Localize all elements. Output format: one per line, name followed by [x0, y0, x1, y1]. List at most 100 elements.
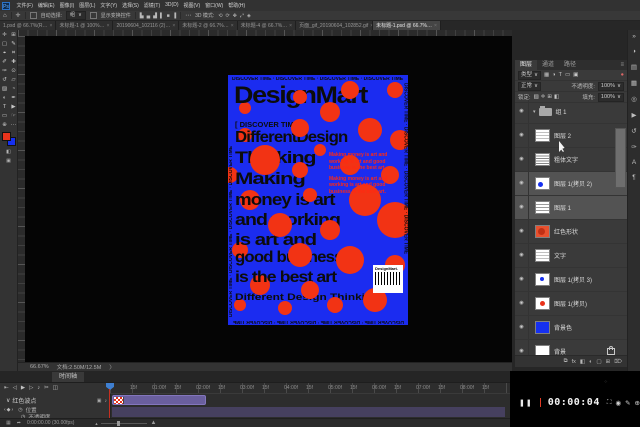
layers-panel-tab-2[interactable]: 通道 [537, 60, 559, 70]
pause-button[interactable]: ❚❚ [519, 399, 533, 407]
filter-toggle-icon[interactable]: ● [621, 72, 624, 78]
timeline-track-label-row[interactable]: ∨ 红色波点 ▣ ♪ [6, 396, 107, 406]
character-panel-icon[interactable]: A [632, 159, 636, 166]
filter-icon-4[interactable]: ▭ [565, 72, 570, 78]
mode-icon-4[interactable]: ⤢ [240, 13, 244, 19]
layer-row-3[interactable]: ◉ 粗体文字 [515, 148, 627, 172]
layers-panel-tab-3[interactable]: 路径 [559, 60, 581, 70]
eraser-tool-icon[interactable]: ▱ [9, 77, 18, 84]
visibility-eye-icon[interactable]: ◉ [515, 124, 529, 147]
crop-tool-icon[interactable]: ⌗ [9, 50, 18, 57]
layer-style-icon[interactable]: fx [572, 359, 576, 365]
dodge-tool-icon[interactable]: ◐ [0, 95, 9, 102]
menu-item-1[interactable]: 文件(F) [14, 2, 35, 9]
play-button[interactable]: ▶ [21, 385, 25, 391]
screen-mode-icon[interactable]: ▣ [0, 158, 17, 164]
visibility-eye-icon[interactable]: ◉ [515, 340, 529, 355]
blur-tool-icon[interactable]: ◔ [9, 86, 18, 93]
menu-item-5[interactable]: 文字(Y) [98, 2, 120, 9]
track-icon-1[interactable]: ▣ [97, 398, 102, 404]
doc-tab-2[interactable]: 未标题-1 @ 100%… × [56, 21, 114, 30]
tab-close-icon[interactable]: × [172, 23, 175, 29]
next-frame-button[interactable]: ▷ [29, 385, 33, 391]
zoom-slider-track[interactable] [101, 420, 148, 426]
filter-icon-3[interactable]: T [559, 72, 562, 78]
brush-settings-panel-icon[interactable]: ✑ [631, 143, 636, 151]
healing-brush-tool-icon[interactable]: ✚ [9, 59, 18, 66]
layers-scrollbar-thumb[interactable] [615, 128, 626, 188]
layer-row-10[interactable]: ◉ 背景色 [515, 316, 627, 340]
tab-close-icon[interactable]: × [107, 23, 110, 29]
align-icon-2[interactable]: ▄ [147, 13, 151, 19]
align-icon-5[interactable]: ■ [167, 13, 170, 19]
recorder-edit-icon[interactable]: ✎ [625, 399, 630, 407]
show-transform-checkbox[interactable] [89, 12, 97, 19]
tab-close-icon[interactable]: × [231, 23, 234, 29]
blend-mode-dropdown[interactable]: 正常 ∨ [518, 81, 542, 91]
auto-select-checkbox[interactable] [29, 12, 37, 19]
layer-row-7[interactable]: ◉ 文字 [515, 244, 627, 268]
history-panel-icon[interactable]: ↺ [631, 127, 636, 135]
transition-button[interactable]: ◫ [53, 385, 58, 391]
mode-icon-5[interactable]: ◈ [247, 13, 251, 19]
zoom-level[interactable]: 66.67% [30, 364, 49, 370]
zoom-in-mountain-icon[interactable]: ▲ [150, 420, 156, 426]
align-icon-6[interactable]: ▐ [173, 13, 177, 19]
more-options-icon[interactable]: ⋯ [185, 13, 191, 19]
layer-row-2[interactable]: ◉ 图层 2 [515, 124, 627, 148]
timeline-ruler[interactable]: 15f 01:00f 15f 02:00f 15f 03:00f 15f 04:00f 15f 0… [110, 383, 510, 394]
type-tool-icon[interactable]: T [0, 104, 9, 111]
track-disclosure-icon[interactable]: ∨ [6, 397, 10, 404]
filter-kind-dropdown[interactable]: 类型 ∨ [518, 70, 542, 80]
move-tool-icon[interactable]: ✛ [0, 32, 9, 39]
gradient-tool-icon[interactable]: ▨ [0, 86, 9, 93]
shape-tool-icon[interactable]: ▭ [0, 113, 9, 120]
quick-select-tool-icon[interactable]: ⌖ [0, 50, 9, 57]
visibility-eye-icon[interactable]: ◉ [515, 148, 529, 171]
layers-panel-tab-1[interactable]: 图层 [515, 60, 538, 70]
tab-close-icon[interactable]: × [434, 23, 437, 29]
menu-item-4[interactable]: 图层(L) [77, 2, 98, 9]
menu-item-7[interactable]: 滤镜(T) [141, 2, 162, 9]
path-select-tool-icon[interactable]: ▶ [9, 104, 18, 111]
render-video-icon[interactable]: ➦ [17, 420, 21, 426]
align-icon-4[interactable]: ▌ [160, 13, 164, 19]
prev-frame-button[interactable]: ◁ [13, 385, 17, 391]
menu-item-8[interactable]: 3D(D) [163, 2, 181, 9]
recorder-zoom-icon[interactable]: ⊕ [635, 399, 640, 407]
recorder-fullscreen-icon[interactable]: ⛶ [607, 399, 612, 407]
layer-mask-icon[interactable]: ◧ [580, 359, 585, 365]
marquee-tool-icon[interactable]: ▢ [0, 41, 9, 48]
edit-toolbar-icon[interactable]: ⋯ [9, 122, 18, 129]
tab-close-icon[interactable]: × [50, 23, 53, 29]
keyframe-nav-icons[interactable]: ‹◆› [4, 407, 14, 413]
collapse-panels-icon[interactable]: » [632, 33, 636, 40]
layer-row-9[interactable]: ◉ 图层 1(拷贝) [515, 292, 627, 316]
recorder-camera-icon[interactable]: ◉ [615, 399, 621, 407]
align-icon-3[interactable]: ▟ [153, 13, 157, 19]
visibility-eye-icon[interactable]: ◉ [515, 100, 529, 123]
new-group-icon[interactable]: ▢ [596, 359, 601, 365]
doc-tab-6[interactable]: 页面_gif_20190604_102852.gif × [296, 21, 374, 30]
group-arrow-icon[interactable]: ▾ [533, 109, 536, 115]
doc-tab-4[interactable]: 未标题-2 @ 66.7%… × [179, 21, 238, 30]
visibility-eye-icon[interactable]: ◉ [515, 244, 529, 267]
adjustments-panel-icon[interactable]: ◎ [631, 95, 637, 103]
foreground-color-swatch[interactable] [1, 132, 11, 141]
artboard-tool-icon[interactable]: ⊞ [9, 32, 18, 39]
clone-stamp-tool-icon[interactable]: ⊙ [9, 68, 18, 75]
split-clip-button[interactable]: ✂ [44, 385, 49, 391]
filter-icon-5[interactable]: ▣ [573, 72, 578, 78]
visibility-eye-icon[interactable]: ◉ [515, 172, 529, 195]
swatches-panel-icon[interactable]: ▤ [631, 63, 637, 71]
home-icon[interactable]: ⌂ [3, 13, 7, 19]
auto-select-dropdown[interactable]: 组 ∨ [66, 11, 86, 20]
filter-icon-2[interactable]: ◑ [552, 72, 555, 78]
layer-row-6[interactable]: ◉ 红色形状 [515, 220, 627, 244]
menu-item-10[interactable]: 窗口(W) [203, 2, 226, 9]
layer-row-8[interactable]: ◉ 图层 1(拷贝 3) [515, 268, 627, 292]
libraries-panel-icon[interactable]: ▦ [631, 79, 637, 87]
menu-item-9[interactable]: 视图(V) [181, 2, 203, 9]
quick-mask-icon[interactable]: ◧ [0, 149, 17, 155]
mode-icon-3[interactable]: ✥ [233, 13, 237, 19]
